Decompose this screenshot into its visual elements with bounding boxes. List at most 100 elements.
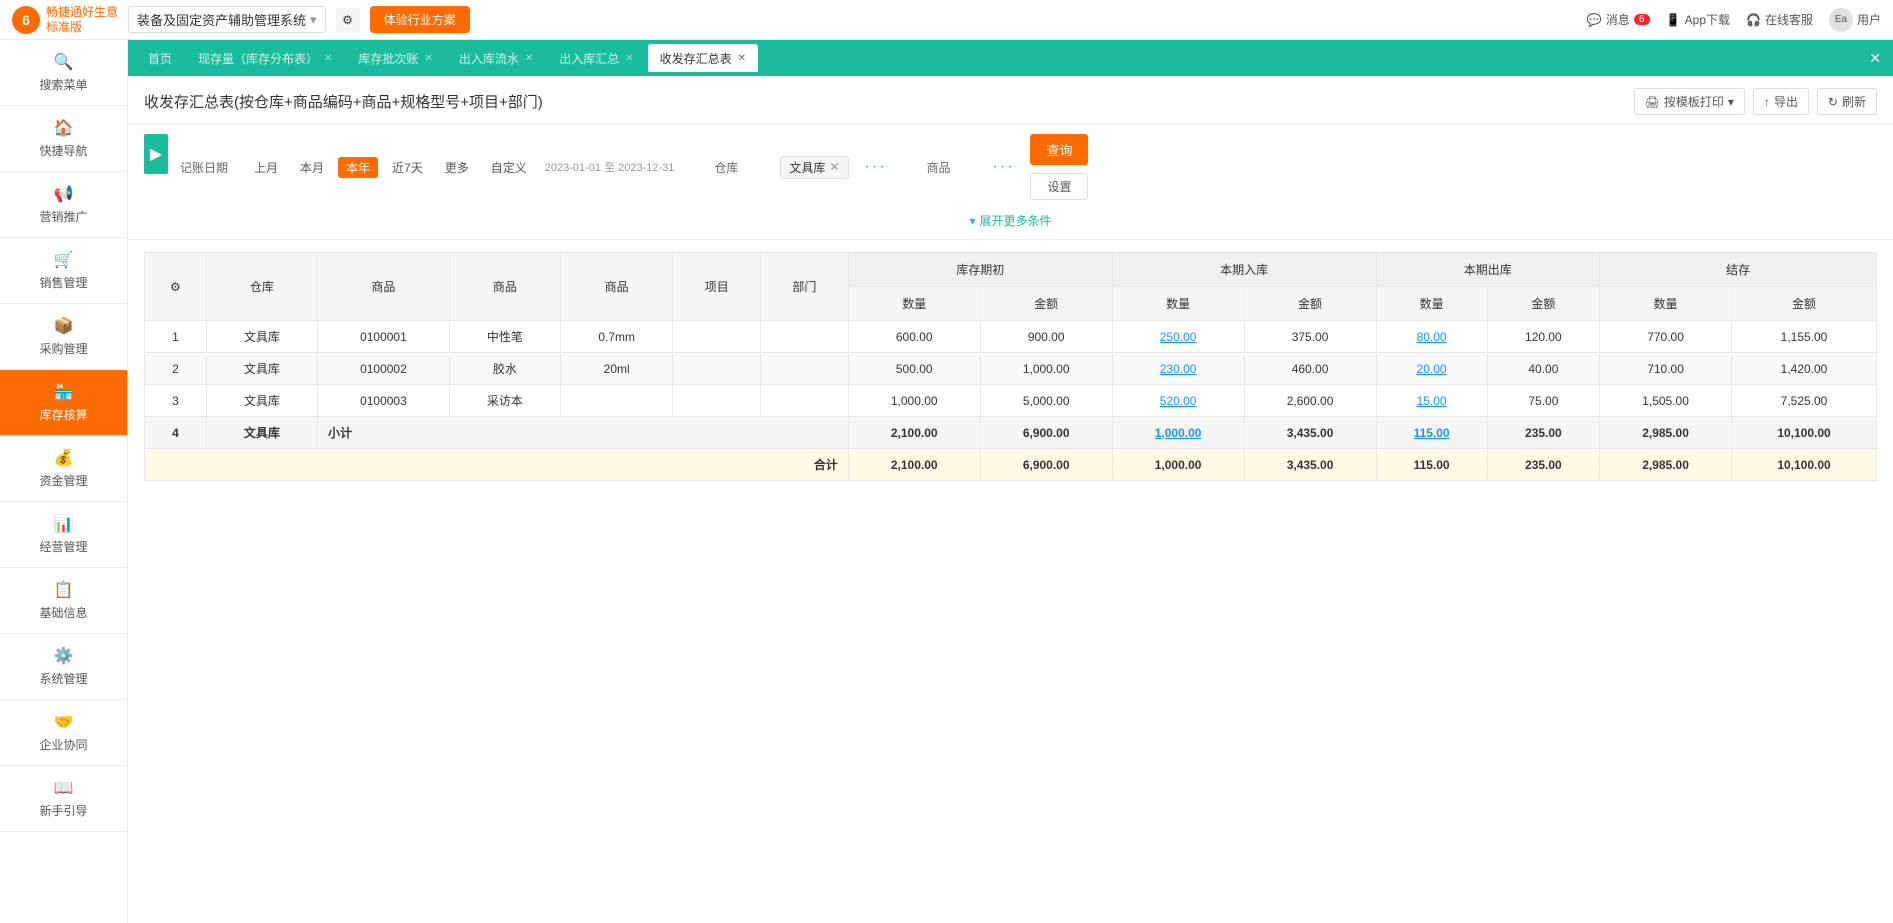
refresh-button[interactable]: ↻ 刷新 <box>1817 88 1877 115</box>
inventory-icon: 🏪 <box>54 382 74 402</box>
tab-close-batch-ledger[interactable]: ✕ <box>424 53 432 64</box>
date-btn-prev-month[interactable]: 上月 <box>246 157 286 178</box>
total-opening-qty: 2,100.00 <box>848 449 980 481</box>
tab-home[interactable]: 首页 <box>136 44 184 72</box>
messages-badge: 6 <box>1634 14 1650 25</box>
refresh-icon: ↻ <box>1828 95 1838 109</box>
col-closing-amt: 金额 <box>1732 287 1877 321</box>
basic-icon: 📋 <box>54 580 74 600</box>
online-service-button[interactable]: 🎧 在线客服 <box>1746 11 1813 28</box>
total-opening-amt: 6,900.00 <box>980 449 1112 481</box>
query-button[interactable]: 查询 <box>1030 134 1088 165</box>
data-table: ⚙ 仓库 商品 商品 商品 项目 部门 库存期初 本期入库 本期出库 结存 <box>144 252 1877 481</box>
filter-row-date: 记账日期 上月 本月 本年 近7天 更多 自定义 2023-01-01 至 20… <box>180 134 1088 200</box>
top-header: 6 畅捷通好生意 标准版 装备及固定资产辅助管理系统 ▾ ⚙ 体验行业方案 💬 … <box>0 0 1893 40</box>
date-btn-7days[interactable]: 近7天 <box>384 157 431 178</box>
subtotal-row: 4 文具库 小计 2,100.00 6,900.00 1,000.00 3,43… <box>145 417 1877 449</box>
filter-bar: ▶ 记账日期 上月 本月 本年 近7天 更多 自定义 2023-01- <box>128 124 1893 240</box>
marketing-icon: 📢 <box>54 184 74 204</box>
export-button[interactable]: ↑ 导出 <box>1753 88 1809 115</box>
col-opening-amt: 金额 <box>980 287 1112 321</box>
col-warehouse: 仓库 <box>206 253 317 321</box>
col-department: 部门 <box>761 253 849 321</box>
system-icon: ⚙️ <box>54 646 74 666</box>
total-closing-amt: 10,100.00 <box>1732 449 1877 481</box>
try-button[interactable]: 体验行业方案 <box>370 6 470 33</box>
total-out-amt: 235.00 <box>1487 449 1599 481</box>
tab-inout-summary[interactable]: 出入库汇总 ✕ <box>547 44 645 72</box>
expand-filter-button[interactable]: ▾ 展开更多条件 <box>969 212 1051 229</box>
table-row: 1 文具库 0100001 中性笔 0.7mm 600.00 900.00 25… <box>145 321 1877 353</box>
total-in-amt: 3,435.00 <box>1244 449 1376 481</box>
sidebar: 🔍 搜索菜单 🏠 快捷导航 📢 营销推广 🛒 销售管理 📦 采购管理 🏪 库存核… <box>0 40 128 923</box>
col-group-opening: 库存期初 <box>848 253 1112 287</box>
sidebar-item-purchase[interactable]: 📦 采购管理 <box>0 304 127 370</box>
goods-more-button[interactable]: ··· <box>992 158 1014 176</box>
enterprise-icon: 🤝 <box>54 712 74 732</box>
tab-close-inout-flow[interactable]: ✕ <box>525 53 533 64</box>
col-goods-name: 商品 <box>449 253 560 321</box>
table-container: ⚙ 仓库 商品 商品 商品 项目 部门 库存期初 本期入库 本期出库 结存 <box>128 252 1893 497</box>
tab-close-recv-summary[interactable]: ✕ <box>738 53 746 64</box>
tab-bar: 首页 现存量（库存分布表） ✕ 库存批次账 ✕ 出入库流水 ✕ 出入库汇总 ✕ … <box>128 40 1893 76</box>
close-all-tabs-button[interactable]: ✕ <box>1869 50 1881 67</box>
warehouse-tag: 文具库 ✕ <box>780 156 848 179</box>
total-out-qty: 115.00 <box>1376 449 1487 481</box>
col-group-in: 本期入库 <box>1112 253 1376 287</box>
col-project: 项目 <box>673 253 761 321</box>
page-title: 收发存汇总表(按仓库+商品编码+商品+规格型号+项目+部门) <box>144 91 543 112</box>
tab-recv-summary[interactable]: 收发存汇总表 ✕ <box>648 44 758 72</box>
app-download-button[interactable]: 📱 App下载 <box>1666 11 1730 28</box>
tab-inout-flow[interactable]: 出入库流水 ✕ <box>447 44 545 72</box>
guide-icon: 📖 <box>54 778 74 798</box>
messages-button[interactable]: 💬 消息 6 <box>1587 11 1650 28</box>
settings-icon[interactable]: ⚙ <box>336 8 360 32</box>
sidebar-item-sales[interactable]: 🛒 销售管理 <box>0 238 127 304</box>
print-icon: 🖨 <box>1645 95 1660 109</box>
logo-text: 畅捷通好生意 标准版 <box>46 5 118 34</box>
table-settings-icon[interactable]: ⚙ <box>170 280 181 294</box>
filter-right: 查询 设置 <box>1030 134 1088 200</box>
operations-icon: 📊 <box>54 514 74 534</box>
page-title-bar: 收发存汇总表(按仓库+商品编码+商品+规格型号+项目+部门) 🖨 按模板打印 ▾… <box>128 76 1893 124</box>
avatar: Ea <box>1829 8 1853 32</box>
col-in-amt: 金额 <box>1244 287 1376 321</box>
sidebar-item-quick[interactable]: 🏠 快捷导航 <box>0 106 127 172</box>
page-content: 收发存汇总表(按仓库+商品编码+商品+规格型号+项目+部门) 🖨 按模板打印 ▾… <box>128 76 1893 923</box>
date-filter-label: 记账日期 <box>180 159 230 176</box>
date-btn-this-year[interactable]: 本年 <box>338 157 378 178</box>
user-menu[interactable]: Ea 用户 <box>1829 8 1881 32</box>
app-title: 装备及固定资产辅助管理系统 ▾ <box>128 6 326 33</box>
collapse-filter-button[interactable]: ▶ <box>144 134 168 174</box>
header-left: 6 畅捷通好生意 标准版 装备及固定资产辅助管理系统 ▾ ⚙ 体验行业方案 <box>12 5 470 34</box>
print-button[interactable]: 🖨 按模板打印 ▾ <box>1634 88 1745 115</box>
tab-close-inout-summary[interactable]: ✕ <box>625 53 633 64</box>
sidebar-item-operations[interactable]: 📊 经营管理 <box>0 502 127 568</box>
sidebar-item-system[interactable]: ⚙️ 系统管理 <box>0 634 127 700</box>
table-row: 3 文具库 0100003 采访本 1,000.00 5,000.00 520.… <box>145 385 1877 417</box>
warehouse-more-button[interactable]: ··· <box>865 158 887 176</box>
search-icon: 🔍 <box>54 52 74 72</box>
sidebar-item-guide[interactable]: 📖 新手引导 <box>0 766 127 832</box>
col-out-amt: 金额 <box>1487 287 1599 321</box>
tab-inventory-dist[interactable]: 现存量（库存分布表） ✕ <box>186 44 344 72</box>
col-opening-qty: 数量 <box>848 287 980 321</box>
sidebar-item-marketing[interactable]: 📢 营销推广 <box>0 172 127 238</box>
col-in-qty: 数量 <box>1112 287 1244 321</box>
sidebar-item-finance[interactable]: 💰 资金管理 <box>0 436 127 502</box>
col-group-out: 本期出库 <box>1376 253 1600 287</box>
sidebar-item-basic[interactable]: 📋 基础信息 <box>0 568 127 634</box>
warehouse-tag-close[interactable]: ✕ <box>829 160 839 174</box>
date-options: 上月 本月 本年 近7天 更多 自定义 2023-01-01 至 2023-12… <box>246 157 674 178</box>
tab-batch-ledger[interactable]: 库存批次账 ✕ <box>346 44 444 72</box>
sidebar-item-enterprise[interactable]: 🤝 企业协同 <box>0 700 127 766</box>
settings-button[interactable]: 设置 <box>1030 173 1088 200</box>
col-settings[interactable]: ⚙ <box>145 253 207 321</box>
date-btn-this-month[interactable]: 本月 <box>292 157 332 178</box>
home-icon: 🏠 <box>54 118 74 138</box>
date-btn-custom[interactable]: 自定义 <box>483 157 535 178</box>
tab-close-inventory-dist[interactable]: ✕ <box>324 53 332 64</box>
sidebar-item-search[interactable]: 🔍 搜索菜单 <box>0 40 127 106</box>
date-btn-more[interactable]: 更多 <box>437 157 477 178</box>
sidebar-item-inventory[interactable]: 🏪 库存核算 <box>0 370 127 436</box>
